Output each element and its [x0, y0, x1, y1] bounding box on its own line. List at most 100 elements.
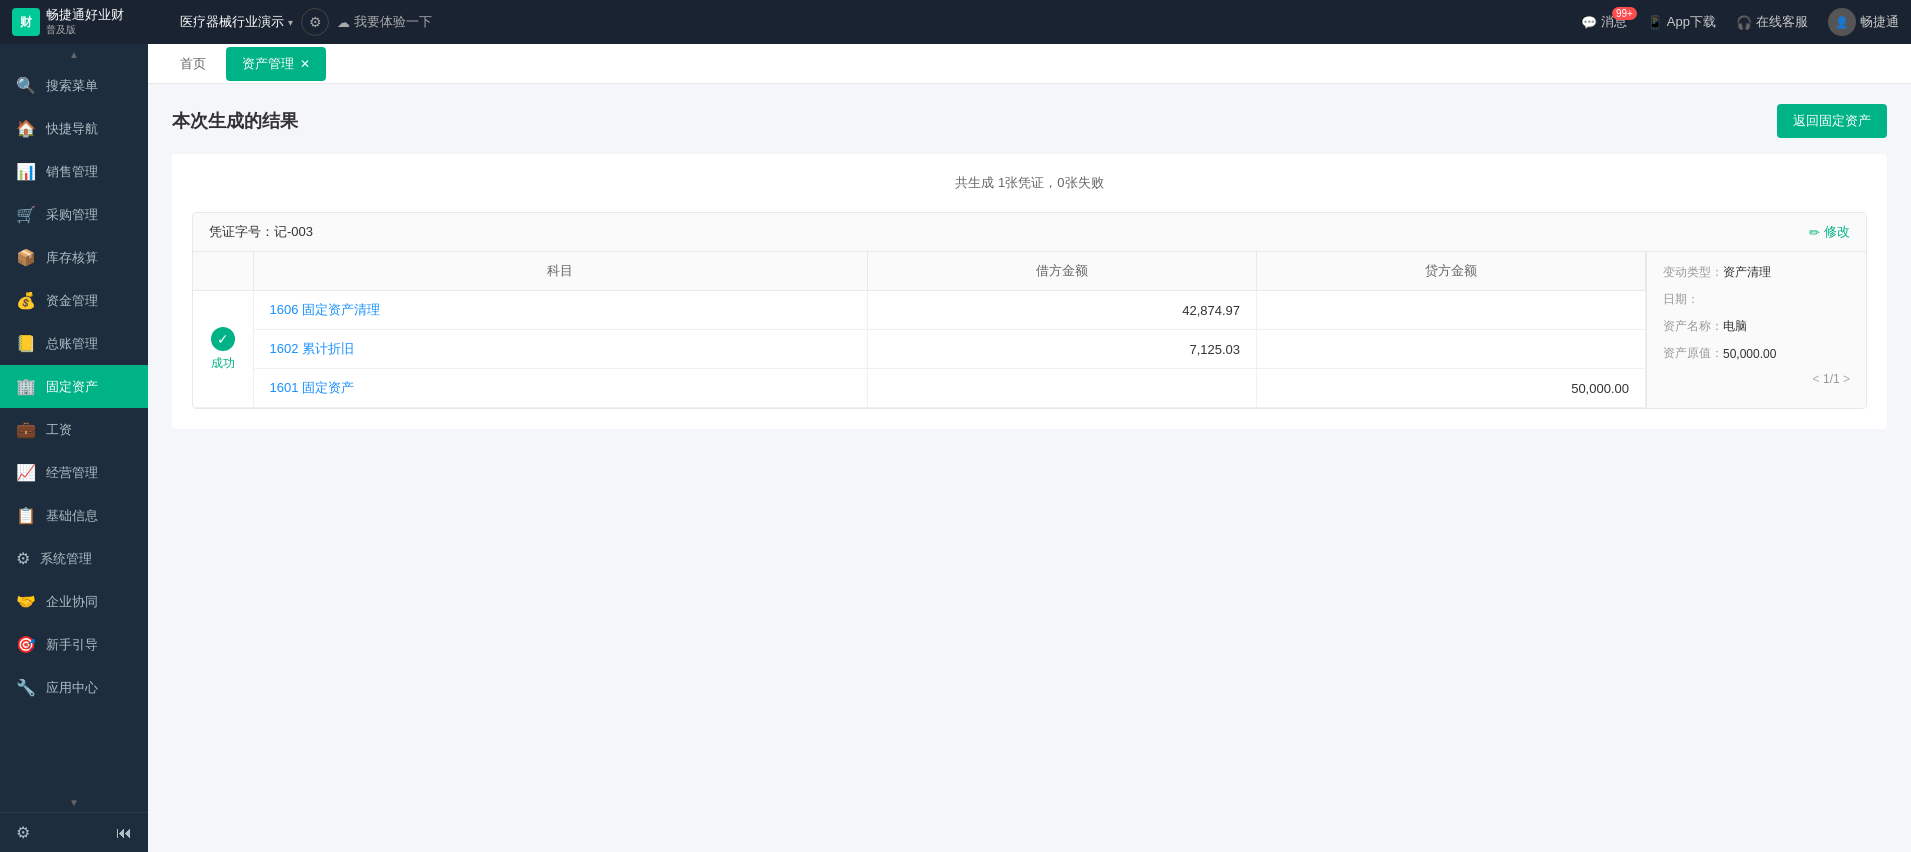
sidebar-label-payroll: 工资 [46, 421, 72, 439]
sidebar-item-basics[interactable]: 📋 基础信息 [0, 494, 148, 537]
sidebar-scroll-up[interactable]: ▲ [0, 44, 148, 64]
sidebar-collapse-icon[interactable]: ⏮ [116, 824, 132, 842]
edit-label: 修改 [1824, 223, 1850, 241]
sidebar-item-fixed-assets[interactable]: 🏢 固定资产 [0, 365, 148, 408]
voucher-body: 科目 借方金额 贷方金额 ✓ [193, 252, 1866, 408]
sidebar-item-apps[interactable]: 🔧 应用中心 [0, 666, 148, 709]
result-summary: 共生成 1张凭证，0张失败 [192, 174, 1867, 192]
header-middle: 医疗器械行业演示 ▾ ⚙ ☁ 我要体验一下 [160, 8, 1581, 36]
subject-cell-1: 1606 固定资产清理 [253, 291, 868, 330]
sidebar-item-quicknav[interactable]: 🏠 快捷导航 [0, 107, 148, 150]
operations-icon: 📈 [16, 463, 36, 482]
sidebar-scroll-down[interactable]: ▼ [0, 792, 148, 812]
th-status [193, 252, 253, 291]
edit-icon: ✏ [1809, 225, 1820, 240]
user-name: 畅捷通 [1860, 13, 1899, 31]
apps-icon: 🔧 [16, 678, 36, 697]
funds-icon: 💰 [16, 291, 36, 310]
tab-asset-management-label: 资产管理 [242, 55, 294, 73]
sidebar-scroll: 🔍 搜索菜单 🏠 快捷导航 📊 销售管理 🛒 采购管理 📦 库存核算 💰 [0, 64, 148, 792]
fixed-assets-icon: 🏢 [16, 377, 36, 396]
header-right: 💬 消息 99+ 📱 App下载 🎧 在线客服 👤 畅捷通 [1581, 8, 1899, 36]
sidebar-item-operations[interactable]: 📈 经营管理 [0, 451, 148, 494]
return-button[interactable]: 返回固定资产 [1777, 104, 1887, 138]
guide-icon: 🎯 [16, 635, 36, 654]
sidebar-label-funds: 资金管理 [46, 292, 98, 310]
download-icon: 📱 [1647, 15, 1663, 30]
th-subject: 科目 [253, 252, 868, 291]
sidebar-item-inventory[interactable]: 📦 库存核算 [0, 236, 148, 279]
sidebar-item-search[interactable]: 🔍 搜索菜单 [0, 64, 148, 107]
online-service-button[interactable]: 🎧 在线客服 [1736, 13, 1808, 31]
home-icon: 🏠 [16, 119, 36, 138]
voucher-header: 凭证字号：记-003 ✏ 修改 [193, 213, 1866, 252]
sidebar-label-inventory: 库存核算 [46, 249, 98, 267]
sidebar-label-system: 系统管理 [40, 550, 92, 568]
basics-icon: 📋 [16, 506, 36, 525]
experience-label: 我要体验一下 [354, 13, 432, 31]
table-row: 1602 累计折旧 7,125.03 [193, 330, 1646, 369]
settings-button[interactable]: ⚙ [301, 8, 329, 36]
logo-icon: 财 [12, 8, 40, 36]
ledger-icon: 📒 [16, 334, 36, 353]
online-service-label: 在线客服 [1756, 13, 1808, 31]
sidebar-item-sales[interactable]: 📊 销售管理 [0, 150, 148, 193]
logo-area: 财 畅捷通好业财 普及版 [12, 7, 160, 37]
inventory-icon: 📦 [16, 248, 36, 267]
change-type-row: 变动类型： 资产清理 [1663, 264, 1850, 281]
debit-cell-1: 42,874.97 [868, 291, 1257, 330]
app-download-button[interactable]: 📱 App下载 [1647, 13, 1716, 31]
sidebar-item-enterprise[interactable]: 🤝 企业协同 [0, 580, 148, 623]
tab-bar: 首页 资产管理 ✕ [148, 44, 1911, 84]
sidebar: ▲ 🔍 搜索菜单 🏠 快捷导航 📊 销售管理 🛒 采购管理 📦 库存核算 [0, 44, 148, 852]
edit-button[interactable]: ✏ 修改 [1809, 223, 1850, 241]
sidebar-settings-icon[interactable]: ⚙ [16, 823, 30, 842]
subject-link-2[interactable]: 1602 累计折旧 [270, 341, 355, 356]
sidebar-item-payroll[interactable]: 💼 工资 [0, 408, 148, 451]
sidebar-label-guide: 新手引导 [46, 636, 98, 654]
asset-name-label: 资产名称： [1663, 318, 1723, 335]
system-icon: ⚙ [16, 549, 30, 568]
th-credit: 贷方金额 [1257, 252, 1646, 291]
change-type-label: 变动类型： [1663, 264, 1723, 281]
subject-cell-2: 1602 累计折旧 [253, 330, 868, 369]
sales-icon: 📊 [16, 162, 36, 181]
sidebar-item-funds[interactable]: 💰 资金管理 [0, 279, 148, 322]
avatar: 👤 [1828, 8, 1856, 36]
tab-close-icon[interactable]: ✕ [300, 57, 310, 71]
messages-button[interactable]: 💬 消息 99+ [1581, 13, 1627, 31]
next-page-icon[interactable]: > [1843, 372, 1850, 386]
sidebar-label-sales: 销售管理 [46, 163, 98, 181]
tab-home[interactable]: 首页 [164, 47, 222, 81]
sidebar-label-basics: 基础信息 [46, 507, 98, 525]
subject-link-1[interactable]: 1606 固定资产清理 [270, 302, 381, 317]
purchase-icon: 🛒 [16, 205, 36, 224]
voucher-table: 科目 借方金额 贷方金额 ✓ [193, 252, 1646, 408]
side-info-pagination: < 1/1 > [1663, 372, 1850, 386]
company-selector[interactable]: 医疗器械行业演示 ▾ [180, 13, 293, 31]
prev-page-icon[interactable]: < [1813, 372, 1820, 386]
debit-cell-3 [868, 369, 1257, 408]
debit-cell-2: 7,125.03 [868, 330, 1257, 369]
page-header: 本次生成的结果 返回固定资产 [172, 104, 1887, 138]
page-indicator: 1/1 [1823, 372, 1843, 386]
experience-button[interactable]: ☁ 我要体验一下 [337, 13, 432, 31]
sidebar-item-guide[interactable]: 🎯 新手引导 [0, 623, 148, 666]
voucher-number: 凭证字号：记-003 [209, 223, 313, 241]
tab-asset-management[interactable]: 资产管理 ✕ [226, 47, 326, 81]
service-icon: 🎧 [1736, 15, 1752, 30]
sidebar-item-ledger[interactable]: 📒 总账管理 [0, 322, 148, 365]
logo-text: 畅捷通好业财 [46, 7, 124, 23]
success-label: 成功 [211, 355, 235, 372]
subject-link-3[interactable]: 1601 固定资产 [270, 380, 355, 395]
sidebar-item-system[interactable]: ⚙ 系统管理 [0, 537, 148, 580]
search-icon: 🔍 [16, 76, 36, 95]
sidebar-item-purchase[interactable]: 🛒 采购管理 [0, 193, 148, 236]
user-area[interactable]: 👤 畅捷通 [1828, 8, 1899, 36]
date-row: 日期： [1663, 291, 1850, 308]
main-layout: ▲ 🔍 搜索菜单 🏠 快捷导航 📊 销售管理 🛒 采购管理 📦 库存核算 [0, 44, 1911, 852]
content-area: 首页 资产管理 ✕ 本次生成的结果 返回固定资产 共生成 1张凭证，0张失败 [148, 44, 1911, 852]
result-section: 共生成 1张凭证，0张失败 凭证字号：记-003 ✏ 修改 [172, 154, 1887, 429]
success-cell: ✓ 成功 [193, 291, 253, 408]
messages-badge: 99+ [1612, 7, 1637, 20]
